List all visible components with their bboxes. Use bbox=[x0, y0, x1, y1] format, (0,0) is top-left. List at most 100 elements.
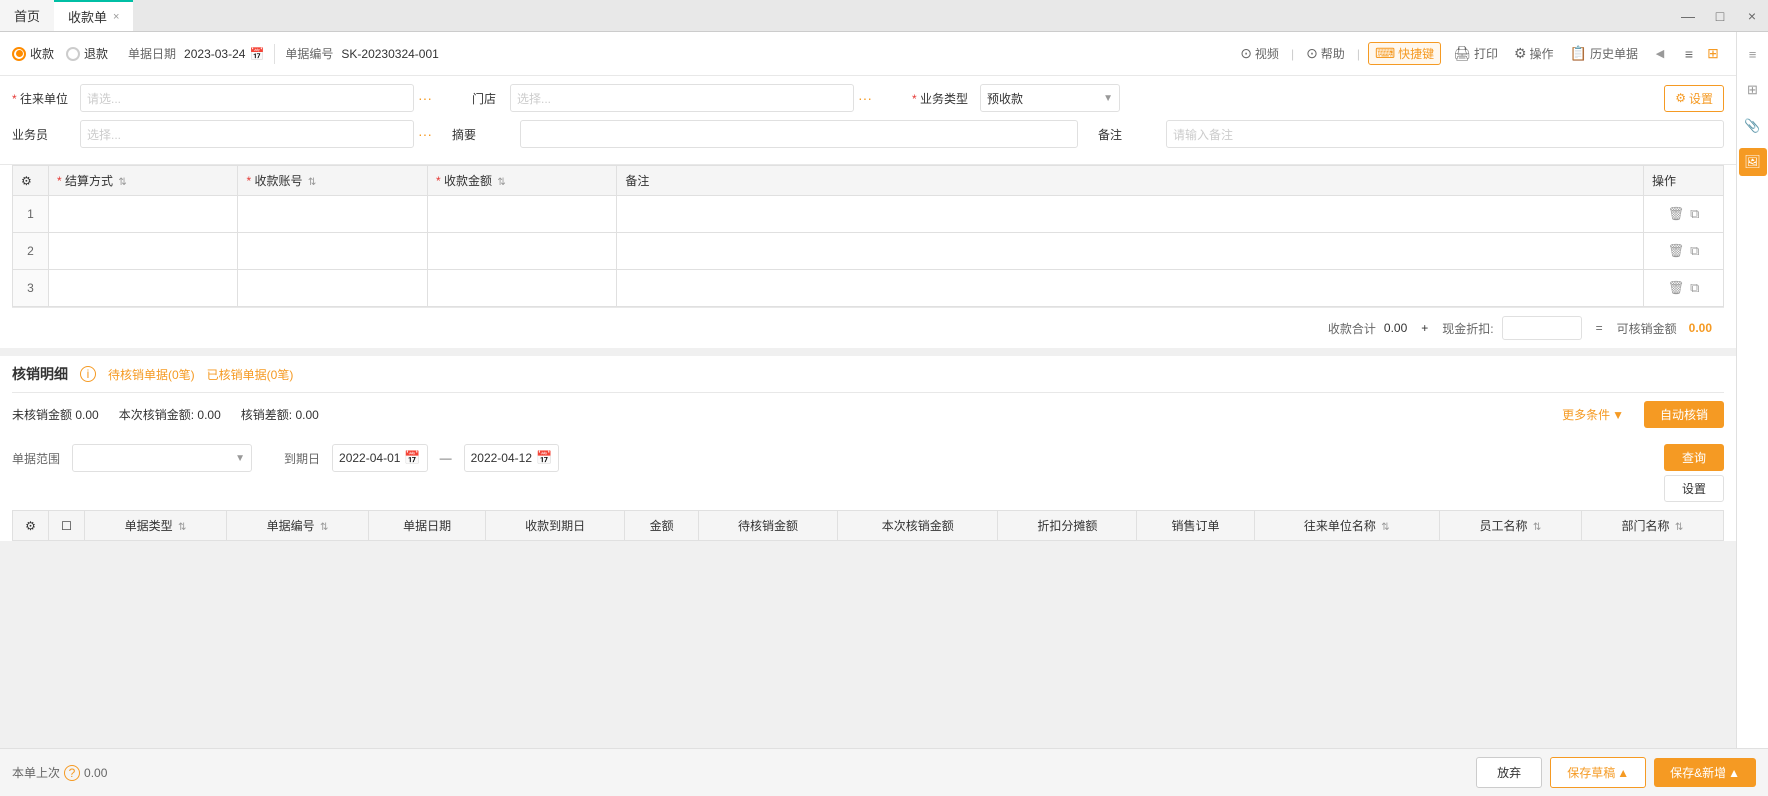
sort-employee[interactable]: ⇅ bbox=[1533, 522, 1541, 533]
print-action[interactable]: 🖨 打印 bbox=[1449, 43, 1502, 64]
bth-employee: 员工名称 ⇅ bbox=[1439, 511, 1581, 541]
date-icon[interactable]: 📅 bbox=[249, 47, 264, 61]
row-1-amount[interactable] bbox=[427, 196, 616, 233]
number-label: 单据编号 bbox=[285, 45, 333, 62]
sort-settlement[interactable]: ⇅ bbox=[118, 177, 126, 188]
row-3-delete-icon[interactable]: 🗑 bbox=[1668, 280, 1685, 296]
tab-close-icon[interactable]: × bbox=[113, 11, 119, 23]
discount-input[interactable] bbox=[1502, 316, 1582, 340]
salesperson-more-btn[interactable]: ··· bbox=[418, 126, 432, 142]
date-start-input[interactable]: 2022-04-01 📅 bbox=[332, 444, 428, 472]
history-action[interactable]: 📋 历史单据 bbox=[1566, 43, 1642, 64]
cal-start-icon[interactable]: 📅 bbox=[404, 450, 420, 466]
main-toolbar: 收款 退款 单据日期 2023-03-24 📅 单据编号 SK-20230324… bbox=[0, 32, 1736, 76]
sum-label: 收款合计 bbox=[1328, 320, 1376, 337]
discard-button[interactable]: 放弃 bbox=[1476, 757, 1542, 788]
sidebar-attach-icon[interactable]: 📎 bbox=[1739, 112, 1767, 140]
row-1-delete-icon[interactable]: 🗑 bbox=[1668, 206, 1685, 222]
row-2-delete-icon[interactable]: 🗑 bbox=[1668, 243, 1685, 259]
sidebar-camera-icon[interactable]: 🖼 bbox=[1739, 148, 1767, 176]
row-1-settlement[interactable] bbox=[49, 196, 238, 233]
sort-doc-num[interactable]: ⇅ bbox=[320, 522, 328, 533]
more-conditions-btn[interactable]: 更多条件 ▼ bbox=[1562, 406, 1624, 423]
row-1-remark[interactable] bbox=[617, 196, 1644, 233]
row-2-amount[interactable] bbox=[427, 233, 616, 270]
radio-receipt-dot bbox=[12, 47, 26, 61]
row-3-copy-icon[interactable]: ⧉ bbox=[1690, 280, 1699, 296]
list-view-btn[interactable]: ≡ bbox=[1678, 43, 1700, 65]
range-label: 单据范围 bbox=[12, 450, 60, 467]
filter-row: 单据范围 ▼ 到期日 2022-04-01 📅 — bbox=[12, 444, 1652, 472]
row-1-actions: 🗑 ⧉ bbox=[1644, 196, 1724, 233]
sidebar-table-icon[interactable]: ≡ bbox=[1739, 40, 1767, 68]
th-settings[interactable]: ⚙ bbox=[13, 166, 49, 196]
footer-info-icon[interactable]: ? bbox=[64, 765, 80, 781]
discount-label: 现金折扣: bbox=[1442, 320, 1493, 337]
store-more-btn[interactable]: ··· bbox=[858, 90, 872, 106]
sort-department[interactable]: ⇅ bbox=[1675, 522, 1683, 533]
radio-receipt-label: 收款 bbox=[30, 45, 54, 62]
row-3-actions: 🗑 ⧉ bbox=[1644, 270, 1724, 307]
toolbar-divider-1 bbox=[274, 44, 275, 64]
auto-cancel-button[interactable]: 自动核销 bbox=[1644, 401, 1724, 428]
remark-input[interactable]: 请输入备注 bbox=[1166, 120, 1724, 148]
main-table: ⚙ * 结算方式 ⇅ * 收款账号 ⇅ * 收款金额 ⇅ 备注 bbox=[12, 165, 1724, 307]
store-input[interactable]: 选择... bbox=[510, 84, 854, 112]
date-end-input[interactable]: 2022-04-12 📅 bbox=[464, 444, 560, 472]
sort-doc-type[interactable]: ⇅ bbox=[178, 522, 186, 533]
row-2-remark[interactable] bbox=[617, 233, 1644, 270]
shortcut-icon: ⌨ bbox=[1375, 45, 1395, 62]
sort-account[interactable]: ⇅ bbox=[308, 177, 316, 188]
salesperson-input[interactable]: 选择... bbox=[80, 120, 414, 148]
counterpart-input[interactable]: 请选... bbox=[80, 84, 414, 112]
row-3-settlement[interactable] bbox=[49, 270, 238, 307]
row-1-copy-icon[interactable]: ⧉ bbox=[1690, 206, 1699, 222]
radio-receipt[interactable]: 收款 bbox=[12, 45, 54, 62]
sidebar-list-icon[interactable]: ⊞ bbox=[1739, 76, 1767, 104]
cal-end-icon[interactable]: 📅 bbox=[536, 450, 552, 466]
range-select[interactable]: ▼ bbox=[72, 444, 252, 472]
row-3-remark[interactable] bbox=[617, 270, 1644, 307]
diff-stat: 核销差额: 0.00 bbox=[241, 406, 319, 423]
row-3-account[interactable] bbox=[238, 270, 427, 307]
help-action[interactable]: ⊙ 帮助 bbox=[1302, 43, 1349, 64]
form-area: * 往来单位 请选... ··· 门店 选择... ··· * 业务类型 预收款 bbox=[0, 76, 1736, 165]
prev-arrow[interactable]: ◀ bbox=[1650, 44, 1670, 64]
row-2-settlement[interactable] bbox=[49, 233, 238, 270]
row-1-account[interactable] bbox=[238, 196, 427, 233]
bth-settings[interactable]: ⚙ bbox=[13, 511, 49, 541]
summary-input[interactable] bbox=[520, 120, 1078, 148]
maximize-button[interactable]: □ bbox=[1704, 0, 1736, 32]
verification-section: 核销明细 i 待核销单据(0笔) 已核销单据(0笔) 未核销金额 0.00 本次… bbox=[0, 356, 1736, 541]
radio-refund[interactable]: 退款 bbox=[66, 45, 108, 62]
business-type-select[interactable]: 预收款 ▼ bbox=[980, 84, 1120, 112]
save-draft-button[interactable]: 保存草稿 ▲ bbox=[1550, 757, 1646, 788]
verif-settings-button[interactable]: 设置 bbox=[1664, 475, 1724, 502]
save-new-button[interactable]: 保存&新增 ▲ bbox=[1654, 758, 1756, 787]
save-draft-arrow: ▲ bbox=[1617, 766, 1629, 780]
date-value: 2023-03-24 bbox=[184, 47, 245, 61]
pending-tab[interactable]: 待核销单据(0笔) bbox=[108, 366, 195, 383]
close-button[interactable]: × bbox=[1736, 0, 1768, 32]
sort-amount[interactable]: ⇅ bbox=[497, 177, 505, 188]
row-3-amount[interactable] bbox=[427, 270, 616, 307]
date-label: 单据日期 bbox=[128, 45, 176, 62]
tab-receipt[interactable]: 收款单 × bbox=[54, 0, 133, 31]
tab-home[interactable]: 首页 bbox=[0, 0, 54, 31]
video-action[interactable]: ⊙ 视频 bbox=[1236, 43, 1283, 64]
minimize-button[interactable]: — bbox=[1672, 0, 1704, 32]
shortcut-action[interactable]: ⌨ 快捷键 bbox=[1368, 42, 1441, 65]
row-2-account[interactable] bbox=[238, 233, 427, 270]
counterpart-more-btn[interactable]: ··· bbox=[418, 90, 432, 106]
th-amount: * 收款金额 ⇅ bbox=[427, 166, 616, 196]
bth-discount: 折扣分摊额 bbox=[998, 511, 1137, 541]
query-button[interactable]: 查询 bbox=[1664, 444, 1724, 471]
row-2-copy-icon[interactable]: ⧉ bbox=[1690, 243, 1699, 259]
verif-info-icon[interactable]: i bbox=[80, 366, 96, 382]
completed-tab[interactable]: 已核销单据(0笔) bbox=[207, 366, 294, 383]
settings-button[interactable]: ⚙ 设置 bbox=[1664, 85, 1724, 112]
grid-view-btn[interactable]: ⊞ bbox=[1702, 43, 1724, 65]
sort-counterpart[interactable]: ⇅ bbox=[1381, 522, 1389, 533]
bth-checkbox[interactable]: ☐ bbox=[49, 511, 85, 541]
operations-action[interactable]: ⚙ 操作 bbox=[1510, 43, 1558, 64]
